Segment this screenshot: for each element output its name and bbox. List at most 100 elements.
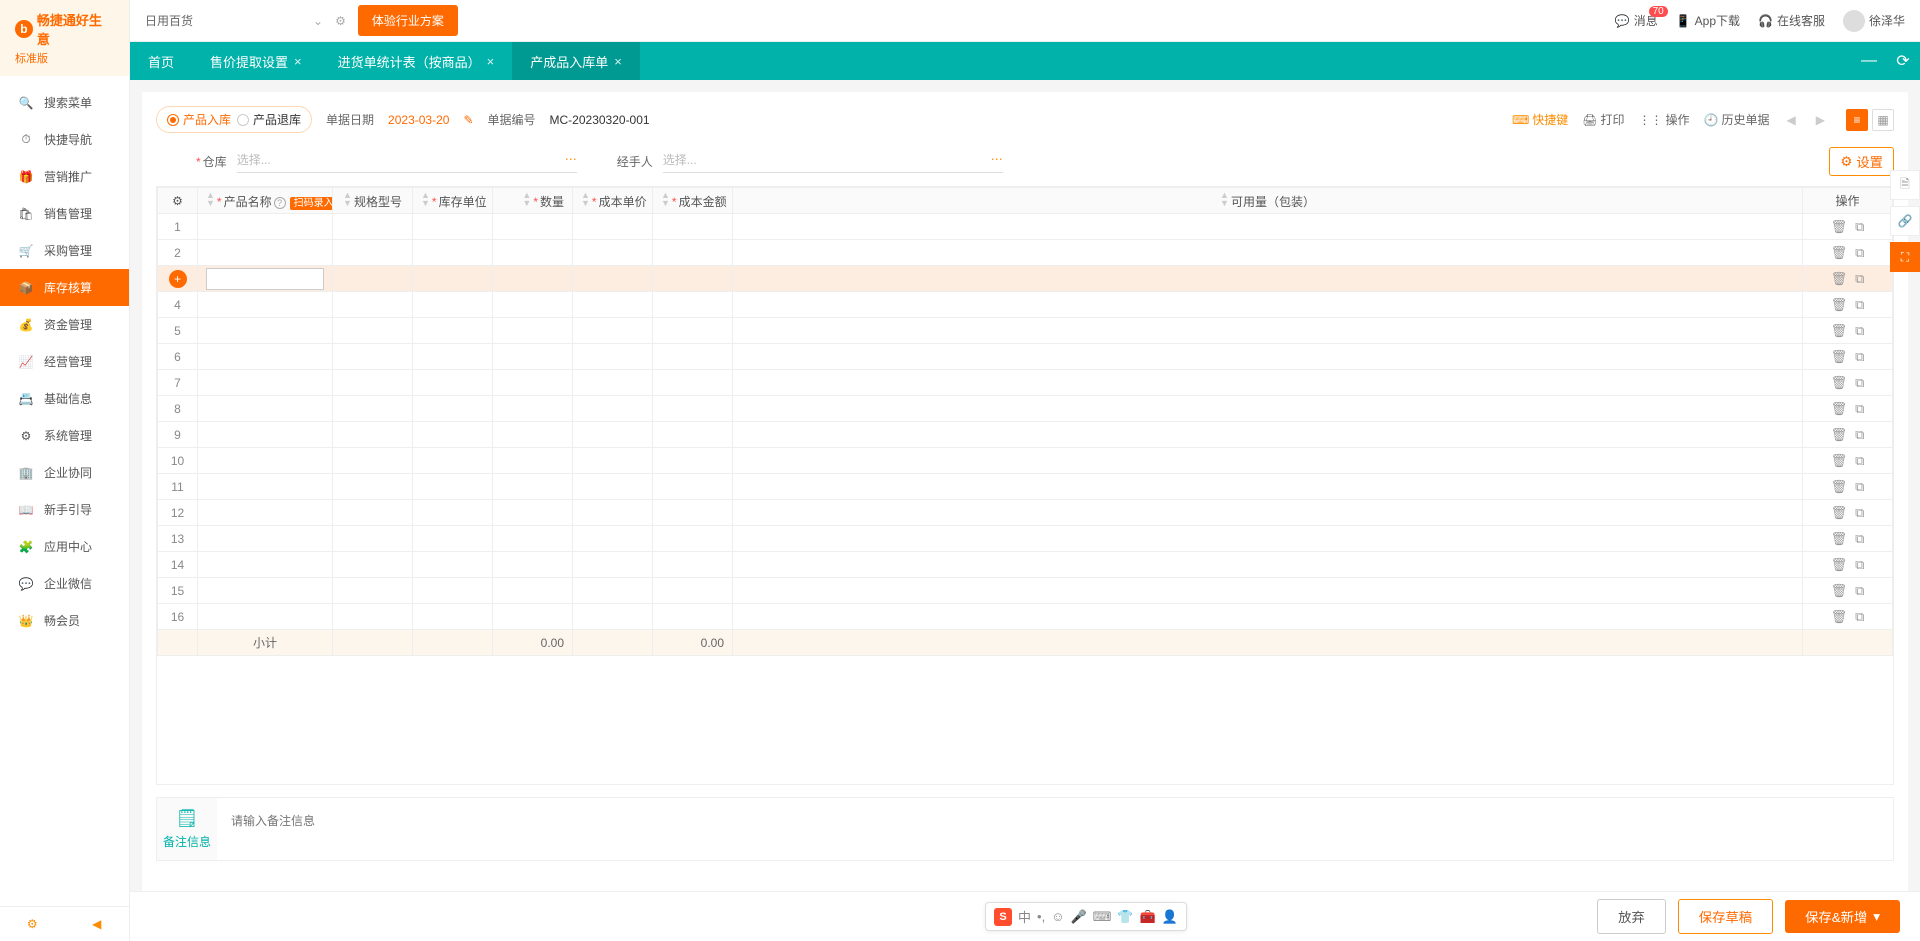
copy-row-icon[interactable]: ⧉: [1855, 609, 1864, 624]
operate-button[interactable]: ⋮⋮ 操作: [1639, 111, 1690, 128]
delete-row-icon[interactable]: 🗑: [1831, 349, 1848, 364]
tab-3[interactable]: 产成品入库单×: [512, 42, 640, 80]
table-row[interactable]: 15🗑⧉: [158, 578, 1893, 604]
rail-link-icon[interactable]: 🔗: [1890, 206, 1920, 236]
sidebar-item-3[interactable]: 🛍销售管理: [0, 195, 129, 232]
copy-row-icon[interactable]: ⧉: [1855, 531, 1864, 546]
warehouse-select[interactable]: 选择... ⋯: [237, 151, 577, 173]
table-row[interactable]: 2🗑⧉: [158, 240, 1893, 266]
table-row[interactable]: 16🗑⧉: [158, 604, 1893, 630]
tab-0[interactable]: 首页: [130, 42, 192, 80]
column-settings-header[interactable]: ⚙: [158, 188, 198, 214]
ime-toolbox-icon[interactable]: 🧰: [1140, 909, 1156, 925]
table-row[interactable]: 5🗑⧉: [158, 318, 1893, 344]
delete-row-icon[interactable]: 🗑: [1831, 479, 1848, 494]
delete-row-icon[interactable]: 🗑: [1831, 557, 1848, 572]
close-icon[interactable]: ×: [294, 54, 302, 69]
product-input[interactable]: [206, 268, 324, 290]
table-row[interactable]: 8🗑⧉: [158, 396, 1893, 422]
prev-doc-button[interactable]: ◀: [1784, 113, 1799, 127]
more-icon[interactable]: ⋯: [991, 152, 1003, 166]
sidebar-item-9[interactable]: ⚙系统管理: [0, 417, 129, 454]
store-selector[interactable]: 日用百货 ⌄: [145, 12, 323, 29]
delete-row-icon[interactable]: 🗑: [1831, 297, 1848, 312]
copy-row-icon[interactable]: ⧉: [1855, 219, 1864, 234]
table-row[interactable]: 10🗑⧉: [158, 448, 1893, 474]
table-row[interactable]: 9🗑⧉: [158, 422, 1893, 448]
delete-row-icon[interactable]: 🗑: [1831, 375, 1848, 390]
save-new-button[interactable]: 保存&新增 ▾: [1785, 900, 1900, 933]
delete-row-icon[interactable]: 🗑: [1831, 505, 1848, 520]
radio-product-in[interactable]: 产品入库: [167, 111, 231, 128]
sidebar-item-2[interactable]: 🎁营销推广: [0, 158, 129, 195]
delete-row-icon[interactable]: 🗑: [1831, 401, 1848, 416]
view-list-button[interactable]: ≡: [1846, 109, 1868, 131]
store-settings-icon[interactable]: ⚙: [335, 14, 346, 28]
tab-1[interactable]: 售价提取设置×: [192, 42, 320, 80]
close-icon[interactable]: ×: [487, 54, 495, 69]
table-row[interactable]: 14🗑⧉: [158, 552, 1893, 578]
ime-voice-icon[interactable]: 🎤: [1070, 909, 1086, 925]
delete-row-icon[interactable]: 🗑: [1831, 219, 1848, 234]
date-value[interactable]: 2023-03-20: [388, 113, 449, 127]
delete-row-icon[interactable]: 🗑: [1831, 271, 1848, 286]
copy-row-icon[interactable]: ⧉: [1855, 245, 1864, 260]
sidebar-item-8[interactable]: 📇基础信息: [0, 380, 129, 417]
copy-row-icon[interactable]: ⧉: [1855, 375, 1864, 390]
next-doc-button[interactable]: ▶: [1813, 113, 1828, 127]
copy-row-icon[interactable]: ⧉: [1855, 479, 1864, 494]
table-row[interactable]: 12🗑⧉: [158, 500, 1893, 526]
table-row[interactable]: +🗑⧉: [158, 266, 1893, 292]
delete-row-icon[interactable]: 🗑: [1831, 245, 1848, 260]
remarks-input[interactable]: [217, 798, 1893, 860]
radio-product-out[interactable]: 产品退库: [237, 111, 301, 128]
history-button[interactable]: 🕘 历史单据: [1704, 111, 1770, 128]
table-row[interactable]: 4🗑⧉: [158, 292, 1893, 318]
col-amount[interactable]: ▲▼*成本金额: [653, 188, 733, 214]
sidebar-item-13[interactable]: 💬企业微信: [0, 565, 129, 602]
col-unit[interactable]: ▲▼*库存单位: [413, 188, 493, 214]
support-link[interactable]: 🎧 在线客服: [1758, 12, 1825, 29]
delete-row-icon[interactable]: 🗑: [1831, 531, 1848, 546]
copy-row-icon[interactable]: ⧉: [1855, 557, 1864, 572]
tab-2[interactable]: 进货单统计表（按商品）×: [320, 42, 513, 80]
copy-row-icon[interactable]: ⧉: [1855, 505, 1864, 520]
column-settings-button[interactable]: ⚙ 设置: [1829, 147, 1894, 176]
col-price[interactable]: ▲▼*成本单价: [573, 188, 653, 214]
sidebar-item-5[interactable]: 📦库存核算: [0, 269, 129, 306]
handler-select[interactable]: 选择... ⋯: [663, 151, 1003, 173]
sidebar-item-6[interactable]: 💰资金管理: [0, 306, 129, 343]
print-button[interactable]: 🖨 打印: [1582, 111, 1624, 128]
more-icon[interactable]: ⋯: [565, 152, 577, 166]
sidebar-item-7[interactable]: 📈经营管理: [0, 343, 129, 380]
col-spec[interactable]: ▲▼规格型号: [333, 188, 413, 214]
ime-bar[interactable]: S 中 •, ☺ 🎤 ⌨ 👕 🧰 👤: [985, 902, 1187, 931]
col-qty[interactable]: ▲▼*数量: [493, 188, 573, 214]
copy-row-icon[interactable]: ⧉: [1855, 297, 1864, 312]
copy-row-icon[interactable]: ⧉: [1855, 323, 1864, 338]
copy-row-icon[interactable]: ⧉: [1855, 271, 1864, 286]
copy-row-icon[interactable]: ⧉: [1855, 427, 1864, 442]
discard-button[interactable]: 放弃: [1597, 899, 1666, 934]
ime-emoji-icon[interactable]: ☺: [1051, 909, 1064, 924]
copy-row-icon[interactable]: ⧉: [1855, 453, 1864, 468]
table-row[interactable]: 7🗑⧉: [158, 370, 1893, 396]
sidebar-item-10[interactable]: 🏢企业协同: [0, 454, 129, 491]
table-row[interactable]: 1🗑⧉: [158, 214, 1893, 240]
rail-doc-icon[interactable]: 🗎: [1890, 170, 1920, 200]
sidebar-settings-icon[interactable]: ⚙: [0, 907, 65, 941]
ime-punct-icon[interactable]: •,: [1037, 909, 1045, 924]
rail-expand-icon[interactable]: ⛶: [1890, 242, 1920, 272]
minimize-button[interactable]: —: [1852, 42, 1886, 80]
copy-row-icon[interactable]: ⧉: [1855, 583, 1864, 598]
delete-row-icon[interactable]: 🗑: [1831, 453, 1848, 468]
sidebar-item-14[interactable]: 👑畅会员: [0, 602, 129, 639]
sidebar-item-0[interactable]: 🔍搜索菜单: [0, 84, 129, 121]
delete-row-icon[interactable]: 🗑: [1831, 583, 1848, 598]
promo-button[interactable]: 体验行业方案: [358, 5, 458, 36]
sidebar-item-4[interactable]: 🛒采购管理: [0, 232, 129, 269]
save-draft-button[interactable]: 保存草稿: [1678, 899, 1773, 934]
view-card-button[interactable]: ▦: [1872, 109, 1894, 131]
edit-date-icon[interactable]: ✎: [463, 113, 473, 127]
scan-tag[interactable]: 扫码录入: [290, 197, 333, 210]
